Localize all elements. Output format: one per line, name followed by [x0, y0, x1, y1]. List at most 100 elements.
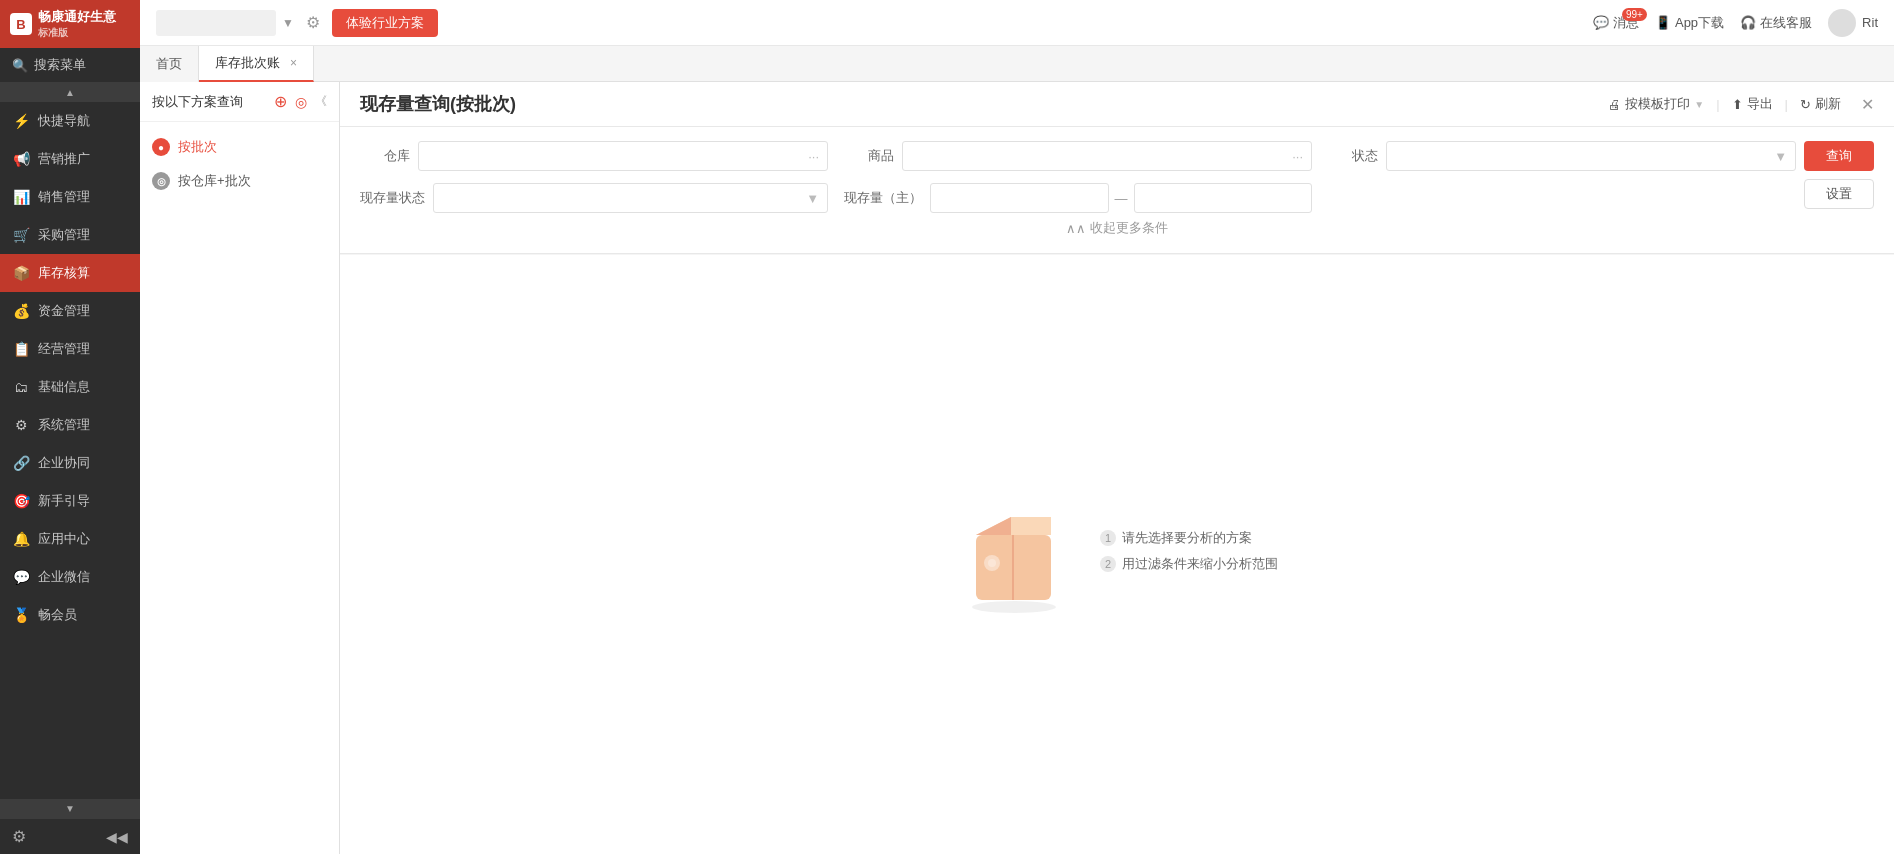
- search-icon: 🔍: [12, 58, 28, 73]
- print-template-button[interactable]: 🖨 按模板打印 ▼: [1608, 95, 1704, 113]
- print-dropdown-arrow[interactable]: ▼: [1694, 99, 1704, 110]
- content-wrapper: 按以下方案查询 ⊕ ◎ 《 ● 按批次 ◎ 按仓库+批次: [140, 82, 1894, 854]
- message-icon: 💬: [1593, 15, 1609, 30]
- inventory-status-select[interactable]: ▼: [433, 183, 828, 213]
- empty-tip-1-text: 请先选择要分析的方案: [1122, 529, 1252, 547]
- sidebar-item-marketing[interactable]: 📢 营销推广: [0, 140, 140, 178]
- app-subtitle: 标准版: [38, 26, 116, 40]
- collapse-more-button[interactable]: ∧∧ 收起更多条件: [360, 213, 1874, 239]
- sidebar-item-sales[interactable]: 📊 销售管理: [0, 178, 140, 216]
- product-input[interactable]: ···: [902, 141, 1312, 171]
- sidebar-item-basic[interactable]: 🗂 基础信息: [0, 368, 140, 406]
- export-button[interactable]: ⬆ 导出: [1732, 95, 1773, 113]
- nav-input[interactable]: [156, 10, 276, 36]
- plan-icon-active: ●: [152, 138, 170, 156]
- experience-button[interactable]: 体验行业方案: [332, 9, 438, 37]
- sidebar-item-purchase[interactable]: 🛒 采购管理: [0, 216, 140, 254]
- page-title: 现存量查询(按批次): [360, 92, 516, 116]
- system-icon: ⚙: [12, 416, 30, 434]
- headset-icon: 🎧: [1740, 15, 1756, 30]
- plan-settings-button[interactable]: ◎: [295, 94, 307, 110]
- nav-dropdown-arrow[interactable]: ▼: [282, 16, 294, 30]
- panel-close-button[interactable]: ✕: [1861, 95, 1874, 114]
- sidebar-item-system[interactable]: ⚙ 系统管理: [0, 406, 140, 444]
- left-panel-header: 按以下方案查询 ⊕ ◎ 《: [140, 82, 339, 122]
- status-arrow[interactable]: ▼: [1774, 149, 1787, 164]
- quick-nav-icon: ⚡: [12, 112, 30, 130]
- sidebar-label-inventory: 库存核算: [38, 264, 90, 282]
- status-select[interactable]: ▼: [1386, 141, 1796, 171]
- search-menu[interactable]: 🔍 搜索菜单: [0, 48, 140, 83]
- warehouse-more-icon[interactable]: ···: [808, 149, 819, 164]
- tab-home[interactable]: 首页: [140, 46, 199, 82]
- sidebar-scroll-up[interactable]: ▲: [0, 83, 140, 102]
- left-panel: 按以下方案查询 ⊕ ◎ 《 ● 按批次 ◎ 按仓库+批次: [140, 82, 340, 854]
- inventory-qty-from[interactable]: [930, 183, 1109, 213]
- finance-icon: 💰: [12, 302, 30, 320]
- inventory-qty-filter: 现存量（主） —: [844, 183, 1312, 213]
- tab-batch-account[interactable]: 库存批次账 ×: [199, 46, 314, 82]
- sidebar-item-finance[interactable]: 💰 资金管理: [0, 292, 140, 330]
- topbar-settings-icon[interactable]: ⚙: [306, 13, 320, 32]
- filter-settings-button[interactable]: 设置: [1804, 179, 1874, 209]
- warehouse-input[interactable]: ···: [418, 141, 828, 171]
- message-button[interactable]: 💬 消息 99+: [1593, 14, 1639, 32]
- sidebar-item-quick-nav[interactable]: ⚡ 快捷导航: [0, 102, 140, 140]
- empty-tip-2: 2 用过滤条件来缩小分析范围: [1100, 555, 1278, 573]
- sidebar-item-operations[interactable]: 📋 经营管理: [0, 330, 140, 368]
- operations-icon: 📋: [12, 340, 30, 358]
- sidebar: B 畅康通好生意 标准版 🔍 搜索菜单 ▲ ⚡ 快捷导航 📢 营销推广 📊 销售…: [0, 0, 140, 854]
- sidebar-label-marketing: 营销推广: [38, 150, 90, 168]
- message-badge: 99+: [1622, 8, 1647, 21]
- right-panel: 现存量查询(按批次) 🖨 按模板打印 ▼ | ⬆ 导出 |: [340, 82, 1894, 854]
- svg-point-4: [972, 601, 1056, 613]
- tip-number-2: 2: [1100, 556, 1116, 572]
- tab-close-button[interactable]: ×: [290, 56, 297, 70]
- sidebar-header: B 畅康通好生意 标准版: [0, 0, 140, 48]
- sidebar-label-app-center: 应用中心: [38, 530, 90, 548]
- sidebar-item-newbie[interactable]: 🎯 新手引导: [0, 482, 140, 520]
- sidebar-item-member[interactable]: 🏅 畅会员: [0, 596, 140, 634]
- sidebar-nav: ⚡ 快捷导航 📢 营销推广 📊 销售管理 🛒 采购管理 📦 库存核算 💰 资金管…: [0, 102, 140, 799]
- sidebar-label-enterprise: 企业协同: [38, 454, 90, 472]
- query-button[interactable]: 查询: [1804, 141, 1874, 171]
- sidebar-item-corp-wechat[interactable]: 💬 企业微信: [0, 558, 140, 596]
- sidebar-item-enterprise[interactable]: 🔗 企业协同: [0, 444, 140, 482]
- status-filter: 状态 ▼: [1328, 141, 1796, 171]
- product-more-icon[interactable]: ···: [1292, 149, 1303, 164]
- tab-bar: 首页 库存批次账 ×: [140, 46, 1894, 82]
- refresh-button[interactable]: ↻ 刷新: [1800, 95, 1841, 113]
- online-service-button[interactable]: 🎧 在线客服: [1740, 14, 1812, 32]
- plan-item-by-batch[interactable]: ● 按批次: [140, 130, 339, 164]
- inventory-qty-to[interactable]: [1134, 183, 1313, 213]
- sidebar-item-app-center[interactable]: 🔔 应用中心: [0, 520, 140, 558]
- app-download-icon: 📱: [1655, 15, 1671, 30]
- plan-item-by-warehouse-batch[interactable]: ◎ 按仓库+批次: [140, 164, 339, 198]
- plan-list: ● 按批次 ◎ 按仓库+批次: [140, 122, 339, 854]
- filter-action-buttons: 查询 设置: [1804, 141, 1874, 209]
- purchase-icon: 🛒: [12, 226, 30, 244]
- member-icon: 🏅: [12, 606, 30, 624]
- sidebar-label-operations: 经营管理: [38, 340, 90, 358]
- search-menu-label: 搜索菜单: [34, 56, 86, 74]
- sidebar-label-basic: 基础信息: [38, 378, 90, 396]
- left-panel-collapse-button[interactable]: 《: [315, 93, 327, 110]
- sidebar-item-inventory[interactable]: 📦 库存核算: [0, 254, 140, 292]
- left-panel-title: 按以下方案查询: [152, 93, 243, 111]
- inventory-status-arrow[interactable]: ▼: [806, 191, 819, 206]
- page-actions: 🖨 按模板打印 ▼ | ⬆ 导出 | ↻ 刷新: [1608, 95, 1841, 113]
- sidebar-label-purchase: 采购管理: [38, 226, 90, 244]
- sidebar-collapse-button[interactable]: ◀◀: [106, 829, 128, 845]
- sidebar-gear-button[interactable]: ⚙: [12, 827, 26, 846]
- warehouse-label: 仓库: [360, 147, 410, 165]
- corp-wechat-icon: 💬: [12, 568, 30, 586]
- sidebar-label-finance: 资金管理: [38, 302, 90, 320]
- app-center-icon: 🔔: [12, 530, 30, 548]
- user-avatar: [1828, 9, 1856, 37]
- app-download-button[interactable]: 📱 App下载: [1655, 14, 1724, 32]
- plan-label-by-batch: 按批次: [178, 138, 217, 156]
- export-label: 导出: [1747, 95, 1773, 113]
- add-plan-button[interactable]: ⊕: [274, 92, 287, 111]
- user-menu-button[interactable]: Rit: [1828, 9, 1878, 37]
- sidebar-scroll-down[interactable]: ▼: [0, 799, 140, 818]
